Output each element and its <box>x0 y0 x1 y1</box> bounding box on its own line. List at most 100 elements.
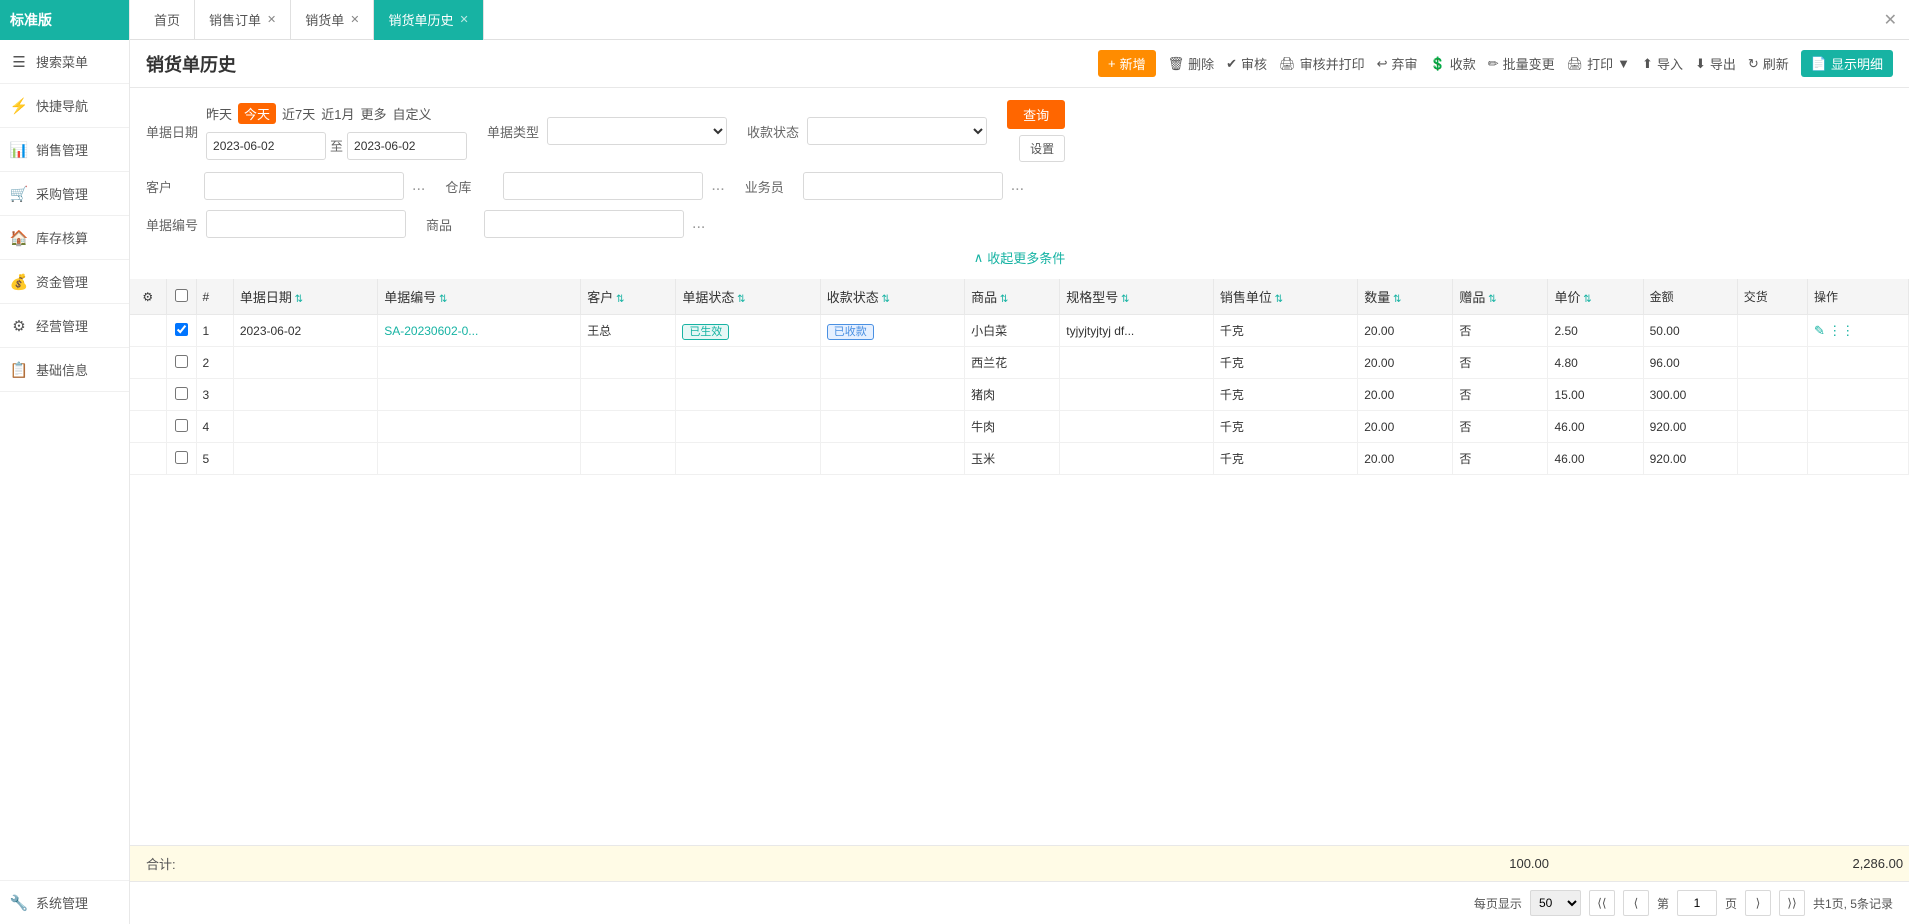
sidebar-logo: 标准版 <box>0 0 129 40</box>
show-detail-button[interactable]: 📄 显示明细 <box>1801 50 1893 77</box>
payment-status-select[interactable] <box>807 117 987 145</box>
customer-input[interactable] <box>204 172 404 200</box>
date-yesterday[interactable]: 昨天 <box>206 104 232 123</box>
add-button[interactable]: + 新增 <box>1098 50 1156 77</box>
edit-operation-btn[interactable]: ✎ <box>1814 323 1825 338</box>
setting-button[interactable]: 设置 <box>1019 135 1065 162</box>
tab-sales-delivery-history[interactable]: 销货单历史 ✕ <box>374 0 483 40</box>
th-payment-status[interactable]: 收款状态 ⇅ <box>820 279 964 315</box>
system-icon: 🔧 <box>10 894 28 912</box>
th-gift[interactable]: 赠品 ⇅ <box>1453 279 1548 315</box>
th-doc-no[interactable]: 单据编号 ⇅ <box>378 279 581 315</box>
doc-no-label: 单据编号 <box>146 215 198 234</box>
more-operation-btn[interactable]: ⋮⋮ <box>1828 323 1854 338</box>
tab-home[interactable]: 首页 <box>140 0 195 40</box>
product-input[interactable] <box>484 210 684 238</box>
td-doc-status: 已生效 <box>676 315 820 347</box>
refresh-button[interactable]: ↻ 刷新 <box>1748 54 1789 73</box>
last-page-button[interactable]: ⟩⟩ <box>1779 890 1805 916</box>
th-product[interactable]: 商品 ⇅ <box>965 279 1060 315</box>
td-doc-no[interactable] <box>378 379 581 411</box>
td-doc-no[interactable]: SA-20230602-0... <box>378 315 581 347</box>
tab-sales-delivery-history-close[interactable]: ✕ <box>460 13 469 26</box>
collect-button[interactable]: 💲 收款 <box>1430 54 1476 73</box>
sidebar-item-system-mgmt[interactable]: 🔧 系统管理 <box>0 881 129 924</box>
sales-icon: 📊 <box>10 141 28 159</box>
row-checkbox[interactable] <box>175 387 188 400</box>
tab-sales-delivery[interactable]: 销货单 ✕ <box>291 0 374 40</box>
th-spec[interactable]: 规格型号 ⇅ <box>1060 279 1214 315</box>
td-doc-no[interactable] <box>378 443 581 475</box>
salesperson-input[interactable] <box>803 172 1003 200</box>
query-button[interactable]: 查询 <box>1007 100 1065 129</box>
td-gift: 否 <box>1453 379 1548 411</box>
first-page-button[interactable]: ⟨⟨ <box>1589 890 1615 916</box>
doc-no-input[interactable] <box>206 210 406 238</box>
import-button[interactable]: ⬆ 导入 <box>1642 54 1683 73</box>
export-button[interactable]: ⬇ 导出 <box>1695 54 1736 73</box>
date-1month[interactable]: 近1月 <box>321 104 354 123</box>
salesperson-dots[interactable]: ... <box>1011 177 1024 195</box>
th-doc-status[interactable]: 单据状态 ⇅ <box>676 279 820 315</box>
audit-label: 审核 <box>1241 54 1267 73</box>
row-checkbox[interactable] <box>175 355 188 368</box>
delete-button[interactable]: 🗑 删除 <box>1168 54 1215 73</box>
sidebar-item-operation-mgmt[interactable]: ⚙ 经营管理 <box>0 304 129 348</box>
collapse-button[interactable]: ∧ 收起更多条件 <box>146 248 1893 267</box>
sidebar-item-quick-nav[interactable]: ⚡ 快捷导航 <box>0 84 129 128</box>
sidebar-item-search-menu[interactable]: ☰ 搜索菜单 <box>0 40 129 84</box>
th-customer[interactable]: 客户 ⇅ <box>581 279 676 315</box>
td-customer: 王总 <box>581 315 676 347</box>
th-settings[interactable]: ⚙ <box>130 279 166 315</box>
audit-print-button[interactable]: 🖨 审核并打印 <box>1279 54 1365 73</box>
sidebar-item-finance-mgmt[interactable]: 💰 资金管理 <box>0 260 129 304</box>
window-close-button[interactable]: ✕ <box>1872 0 1909 40</box>
th-amount: 金额 <box>1643 279 1737 315</box>
sidebar-item-basic-info[interactable]: 📋 基础信息 <box>0 348 129 392</box>
current-page-input[interactable] <box>1677 890 1717 916</box>
customer-dots[interactable]: ... <box>412 177 425 195</box>
th-sales-unit[interactable]: 销售单位 ⇅ <box>1213 279 1357 315</box>
sidebar-item-label: 经营管理 <box>36 316 88 335</box>
th-trade: 交货 <box>1737 279 1807 315</box>
doc-type-select[interactable] <box>547 117 727 145</box>
abandon-button[interactable]: ↩ 弃审 <box>1377 54 1418 73</box>
row-checkbox[interactable] <box>175 451 188 464</box>
th-unit-price[interactable]: 单价 ⇅ <box>1548 279 1643 315</box>
select-all-checkbox[interactable] <box>175 289 188 302</box>
tab-sales-delivery-close[interactable]: ✕ <box>350 13 359 26</box>
prev-page-button[interactable]: ⟨ <box>1623 890 1649 916</box>
table-row: 3 猪肉 千克 20.00 否 15.00 300.00 <box>130 379 1909 411</box>
th-doc-date[interactable]: 单据日期 ⇅ <box>233 279 377 315</box>
audit-button[interactable]: ✔ 审核 <box>1226 54 1267 73</box>
date-7days[interactable]: 近7天 <box>282 104 315 123</box>
td-doc-no[interactable] <box>378 347 581 379</box>
collapse-icon: ∧ <box>974 250 984 266</box>
sidebar-item-sales-mgmt[interactable]: 📊 销售管理 <box>0 128 129 172</box>
td-doc-no[interactable] <box>378 411 581 443</box>
td-settings <box>130 315 166 347</box>
th-qty[interactable]: 数量 ⇅ <box>1358 279 1453 315</box>
sidebar-item-inventory[interactable]: 🏠 库存核算 <box>0 216 129 260</box>
sidebar-item-purchase-mgmt[interactable]: 🛒 采购管理 <box>0 172 129 216</box>
date-range-separator: 至 <box>330 136 343 155</box>
tab-sales-order-close[interactable]: ✕ <box>267 13 276 26</box>
product-dots[interactable]: ... <box>692 215 705 233</box>
date-from-input[interactable] <box>206 132 326 160</box>
date-custom[interactable]: 自定义 <box>393 104 432 123</box>
collapse-label: 收起更多条件 <box>987 248 1065 267</box>
next-page-button[interactable]: ⟩ <box>1745 890 1771 916</box>
print-button[interactable]: 🖨 打印 ▼ <box>1567 54 1630 73</box>
total-cells: 100.00 2,286.00 <box>192 856 1909 871</box>
tab-sales-order[interactable]: 销售订单 ✕ <box>195 0 291 40</box>
date-to-input[interactable] <box>347 132 467 160</box>
date-today[interactable]: 今天 <box>238 103 276 124</box>
warehouse-dots[interactable]: ... <box>711 177 724 195</box>
batch-change-button[interactable]: ✏ 批量变更 <box>1488 54 1555 73</box>
date-more[interactable]: 更多 <box>361 104 387 123</box>
refresh-label: 刷新 <box>1763 54 1789 73</box>
per-page-select[interactable]: 50 100 200 <box>1530 890 1581 916</box>
row-checkbox[interactable] <box>175 419 188 432</box>
row-checkbox[interactable] <box>175 323 188 336</box>
warehouse-input[interactable] <box>503 172 703 200</box>
